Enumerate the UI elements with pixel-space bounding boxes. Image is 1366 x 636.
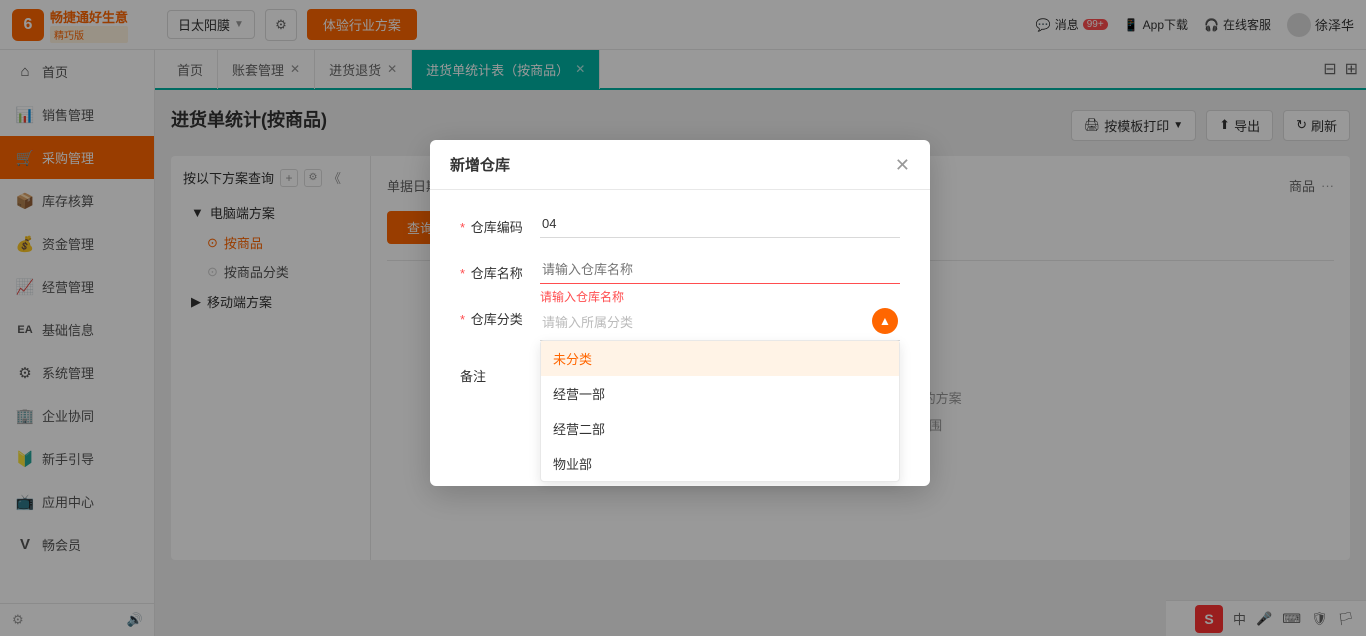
new-warehouse-dialog: 新增仓库 ✕ * 仓库编码 * 仓库名称 请输入仓库名称 <box>430 140 930 486</box>
warehouse-code-input[interactable] <box>540 210 900 238</box>
dialog-title: 新增仓库 <box>450 154 510 175</box>
warehouse-name-row: * 仓库名称 请输入仓库名称 <box>460 256 900 284</box>
warehouse-notes-label: 备注 <box>460 359 540 385</box>
dialog-body: * 仓库编码 * 仓库名称 请输入仓库名称 * 仓库分类 <box>430 190 930 425</box>
dropdown-item-dept3[interactable]: 物业部 <box>541 446 899 481</box>
category-toggle-icon[interactable]: ▲ <box>872 308 898 334</box>
warehouse-category-row: * 仓库分类 请输入所属分类 ▲ 未分类 经营一部 经营二部 物业部 <box>460 302 900 341</box>
warehouse-code-field <box>540 210 900 238</box>
warehouse-category-label: * 仓库分类 <box>460 302 540 328</box>
warehouse-name-input[interactable] <box>540 256 900 284</box>
warehouse-category-select[interactable]: 请输入所属分类 ▲ <box>540 302 900 341</box>
dropdown-item-uncategorized[interactable]: 未分类 <box>541 341 899 376</box>
dropdown-item-dept2[interactable]: 经营二部 <box>541 411 899 446</box>
warehouse-code-label: * 仓库编码 <box>460 210 540 236</box>
dropdown-item-dept1[interactable]: 经营一部 <box>541 376 899 411</box>
category-dropdown: 未分类 经营一部 经营二部 物业部 <box>540 340 900 482</box>
dialog-header: 新增仓库 ✕ <box>430 140 930 190</box>
warehouse-name-field: 请输入仓库名称 <box>540 256 900 284</box>
warehouse-category-field: 请输入所属分类 ▲ 未分类 经营一部 经营二部 物业部 <box>540 302 900 341</box>
warehouse-code-row: * 仓库编码 <box>460 210 900 238</box>
warehouse-name-label: * 仓库名称 <box>460 256 540 282</box>
dialog-close-button[interactable]: ✕ <box>895 156 910 174</box>
